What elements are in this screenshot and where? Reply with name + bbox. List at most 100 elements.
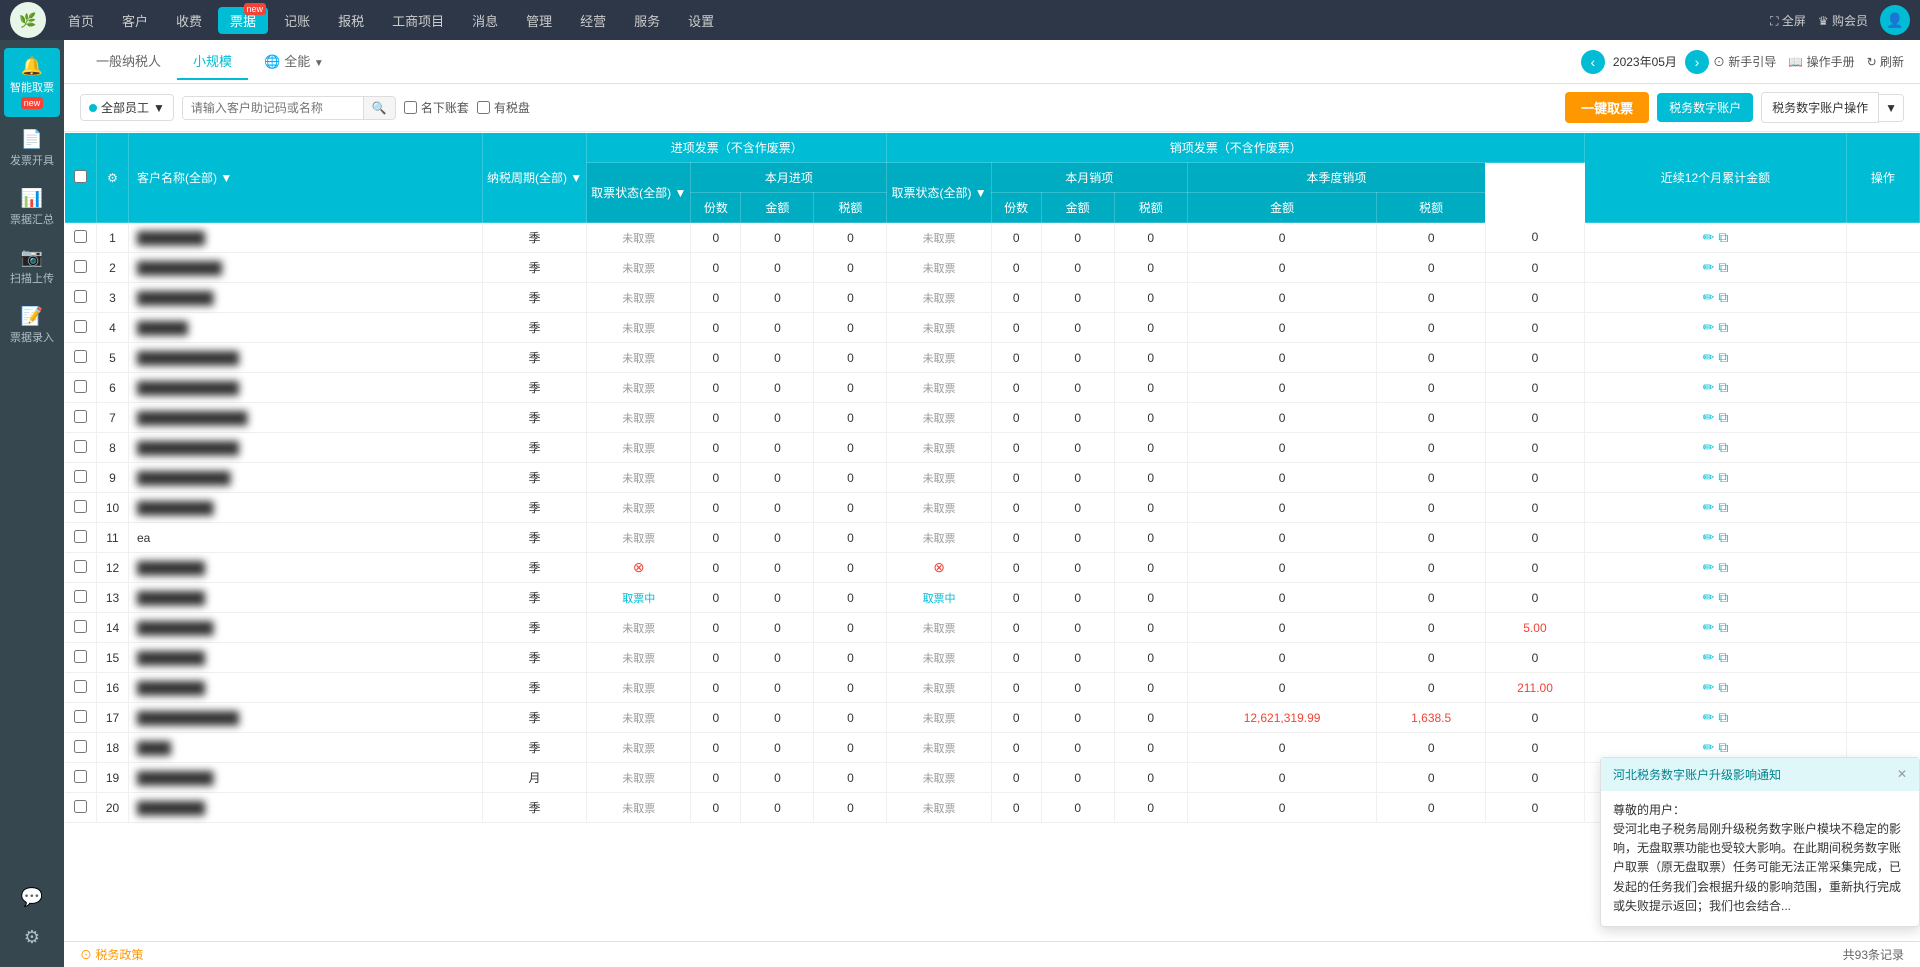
tax-policy[interactable]: ⊙ 税务政策: [80, 946, 143, 963]
checkbox-subledger-input[interactable]: [404, 101, 417, 114]
row-checkbox[interactable]: [74, 230, 87, 243]
edit-icon[interactable]: ✏: [1703, 379, 1715, 396]
copy-icon[interactable]: ⧉: [1718, 649, 1728, 666]
edit-icon[interactable]: ✏: [1703, 409, 1715, 426]
sidebar-item-scan[interactable]: 📷 扫描上传: [4, 239, 60, 294]
digital-action-arrow[interactable]: ▼: [1879, 94, 1904, 122]
tab-general-taxpayer[interactable]: 一般纳税人: [80, 43, 177, 80]
edit-icon[interactable]: ✏: [1703, 559, 1715, 576]
row-checkbox[interactable]: [74, 380, 87, 393]
yijian-btn[interactable]: 一键取票: [1565, 92, 1649, 123]
edit-icon[interactable]: ✏: [1703, 679, 1715, 696]
row-checkbox[interactable]: [74, 590, 87, 603]
period-next-btn[interactable]: ›: [1685, 50, 1709, 74]
row-checkbox[interactable]: [74, 500, 87, 513]
nav-settings[interactable]: 设置: [676, 7, 726, 34]
edit-icon[interactable]: ✏: [1703, 259, 1715, 276]
nav-service[interactable]: 服务: [622, 7, 672, 34]
row-checkbox[interactable]: [74, 620, 87, 633]
nav-fee[interactable]: 收费: [164, 7, 214, 34]
checkbox-taxdisk-input[interactable]: [477, 101, 490, 114]
copy-icon[interactable]: ⧉: [1718, 259, 1728, 276]
copy-icon[interactable]: ⧉: [1718, 229, 1728, 246]
select-all-checkbox[interactable]: [74, 170, 87, 183]
tab-small-scale[interactable]: 小规模: [177, 43, 248, 80]
copy-icon[interactable]: ⧉: [1718, 499, 1728, 516]
fullscreen-btn[interactable]: ⛶ 全屏: [1770, 12, 1806, 29]
checkbox-subledger[interactable]: 名下账套: [404, 99, 469, 116]
checkbox-taxdisk[interactable]: 有税盘: [477, 99, 530, 116]
copy-icon[interactable]: ⧉: [1718, 379, 1728, 396]
vip-btn[interactable]: ♛ 购会员: [1818, 12, 1868, 29]
nav-message[interactable]: 消息: [460, 7, 510, 34]
employee-select[interactable]: 全部员工 ▼: [80, 94, 174, 121]
copy-icon[interactable]: ⧉: [1718, 439, 1728, 456]
copy-icon[interactable]: ⧉: [1718, 469, 1728, 486]
edit-icon[interactable]: ✏: [1703, 529, 1715, 546]
copy-icon[interactable]: ⧉: [1718, 619, 1728, 636]
tab-all[interactable]: 🌐全能 ▼: [248, 43, 340, 80]
sidebar-item-summary[interactable]: 📊 票据汇总: [4, 180, 60, 235]
nav-tax[interactable]: 报税: [326, 7, 376, 34]
copy-icon[interactable]: ⧉: [1718, 289, 1728, 306]
nav-operation[interactable]: 经营: [568, 7, 618, 34]
sidebar-message-btn[interactable]: 💬: [14, 879, 50, 915]
sidebar-item-smartticket[interactable]: 🔔 智能取票 new: [4, 48, 60, 117]
row-checkbox[interactable]: [74, 770, 87, 783]
digital-account-btn[interactable]: 税务数字账户: [1657, 93, 1753, 122]
digital-action-btn[interactable]: 税务数字账户操作: [1761, 92, 1879, 123]
edit-icon[interactable]: ✏: [1703, 229, 1715, 246]
row-checkbox[interactable]: [74, 290, 87, 303]
copy-icon[interactable]: ⧉: [1718, 529, 1728, 546]
row-checkbox[interactable]: [74, 320, 87, 333]
sidebar-item-openinvoice[interactable]: 📄 发票开具: [4, 121, 60, 176]
edit-icon[interactable]: ✏: [1703, 739, 1715, 756]
copy-icon[interactable]: ⧉: [1718, 559, 1728, 576]
row-checkbox[interactable]: [74, 260, 87, 273]
edit-icon[interactable]: ✏: [1703, 649, 1715, 666]
nav-bookkeeping[interactable]: 记账: [272, 7, 322, 34]
search-btn[interactable]: 🔍: [363, 97, 395, 119]
row-checkbox[interactable]: [74, 530, 87, 543]
nav-invoice[interactable]: 票据new: [218, 7, 268, 34]
manual-btn[interactable]: 📖 操作手册: [1788, 53, 1854, 70]
notification-close-btn[interactable]: ✕: [1897, 767, 1907, 781]
copy-icon[interactable]: ⧉: [1718, 739, 1728, 756]
row-checkbox[interactable]: [74, 410, 87, 423]
refresh-btn[interactable]: ↻ 刷新: [1867, 53, 1904, 70]
copy-icon[interactable]: ⧉: [1718, 319, 1728, 336]
edit-icon[interactable]: ✏: [1703, 289, 1715, 306]
sidebar-item-entry[interactable]: 📝 票据录入: [4, 298, 60, 353]
edit-icon[interactable]: ✏: [1703, 709, 1715, 726]
row-checkbox[interactable]: [74, 710, 87, 723]
row-checkbox[interactable]: [74, 650, 87, 663]
user-avatar[interactable]: 👤: [1880, 5, 1910, 35]
row-checkbox[interactable]: [74, 350, 87, 363]
copy-icon[interactable]: ⧉: [1718, 409, 1728, 426]
nav-commerce[interactable]: 工商项目: [380, 7, 456, 34]
copy-icon[interactable]: ⧉: [1718, 349, 1728, 366]
nav-home[interactable]: 首页: [56, 7, 106, 34]
search-input[interactable]: [183, 97, 363, 119]
copy-icon[interactable]: ⧉: [1718, 709, 1728, 726]
row-checkbox[interactable]: [74, 470, 87, 483]
row-checkbox[interactable]: [74, 560, 87, 573]
row-checkbox[interactable]: [74, 800, 87, 813]
edit-icon[interactable]: ✏: [1703, 499, 1715, 516]
edit-icon[interactable]: ✏: [1703, 439, 1715, 456]
period-prev-btn[interactable]: ‹: [1581, 50, 1605, 74]
nav-client[interactable]: 客户: [110, 7, 160, 34]
edit-icon[interactable]: ✏: [1703, 319, 1715, 336]
sidebar-settings-btn[interactable]: ⚙: [14, 919, 50, 955]
nav-manage[interactable]: 管理: [514, 7, 564, 34]
guide-btn[interactable]: ⊙ 新手引导: [1713, 53, 1776, 70]
row-checkbox[interactable]: [74, 680, 87, 693]
row-checkbox[interactable]: [74, 740, 87, 753]
row-checkbox[interactable]: [74, 440, 87, 453]
edit-icon[interactable]: ✏: [1703, 349, 1715, 366]
edit-icon[interactable]: ✏: [1703, 589, 1715, 606]
edit-icon[interactable]: ✏: [1703, 469, 1715, 486]
copy-icon[interactable]: ⧉: [1718, 589, 1728, 606]
edit-icon[interactable]: ✏: [1703, 619, 1715, 636]
copy-icon[interactable]: ⧉: [1718, 679, 1728, 696]
